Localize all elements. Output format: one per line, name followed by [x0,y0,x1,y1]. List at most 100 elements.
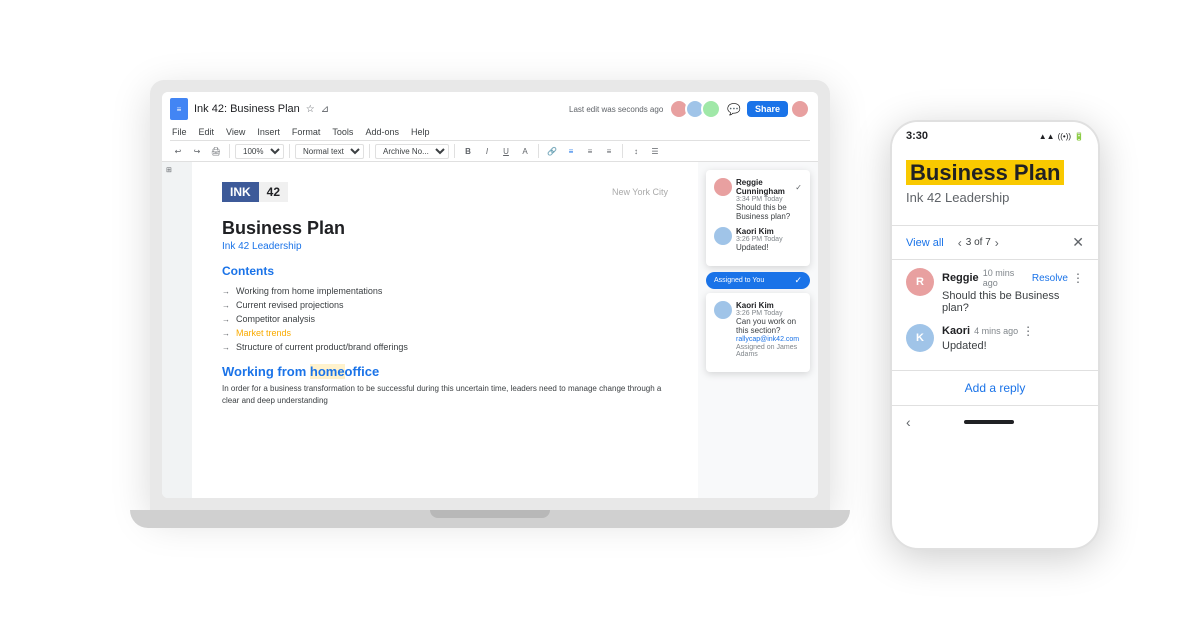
phone-view-all-bar: View all ‹ 3 of 7 › ✕ [892,225,1098,260]
comment-body-1: Reggie Cunningham ✓ 3:34 PM Today Should… [736,178,802,221]
toolbar-divider-2 [289,144,290,158]
total-pages: 7 [985,237,991,248]
phone-doc-preview: Business Plan Ink 42 Leadership [892,146,1098,225]
page-separator: of [974,237,985,248]
phone-comment-text-2: Updated! [942,340,1084,352]
section-heading-text: Working from [222,364,310,379]
menu-edit[interactable]: Edit [197,126,217,138]
phone-avatar-2-initials: K [916,332,924,344]
text-color-button[interactable]: A [517,143,533,159]
phone-add-reply-area: Add a reply [892,370,1098,405]
resolve-button[interactable]: Resolve [1032,273,1068,284]
align-left-button[interactable]: ≡ [563,143,579,159]
collaborators-avatars [669,99,721,119]
phone-avatar-1-initials: R [916,276,924,288]
menu-help[interactable]: Help [409,126,432,138]
phone-comment-body-1: Reggie 10 mins ago Resolve ⋮ Should this… [942,268,1084,314]
print-button[interactable]: 🖨 [208,143,224,159]
phone-comment-time-1: 10 mins ago [983,268,1028,288]
laptop-body: Ink 42: Business Plan ☆ ⊿ Last edit was … [150,80,830,510]
menu-view[interactable]: View [224,126,247,138]
comments-icon[interactable]: 💬 [727,103,741,116]
bullet-list-button[interactable]: ☰ [647,143,663,159]
redo-button[interactable]: ↪ [189,143,205,159]
docs-header: Ink 42: Business Plan ☆ ⊿ Last edit was … [162,92,818,162]
list-item-2: Current revised projections [222,298,668,312]
comment-author-3: Kaori Kim [736,301,774,310]
comment-author-2: Kaori Kim [736,227,774,236]
section-heading-highlight: home [310,364,345,379]
comment-item-3: Kaori Kim 3:26 PM Today Can you work on … [714,301,802,358]
comment-body-3: Kaori Kim 3:26 PM Today Can you work on … [736,301,802,358]
underline-button[interactable]: U [498,143,514,159]
contents-heading: Contents [222,264,668,278]
laptop-base [130,510,850,528]
phone-comment-avatar-2: K [906,324,934,352]
more-options-button-1[interactable]: ⋮ [1072,271,1084,285]
section-heading: Working from homeoffice [222,364,668,379]
next-page-button[interactable]: › [995,236,999,250]
comment-text-2: Updated! [736,243,783,252]
phone-subtitle-text: Ink 42 Leadership [906,190,1084,205]
star-icon: ☆ [306,104,315,115]
toolbar: ↩ ↪ 🖨 100% Normal text Archiv [170,140,810,161]
line-spacing-button[interactable]: ↕ [628,143,644,159]
align-right-button[interactable]: ≡ [601,143,617,159]
align-center-button[interactable]: ≡ [582,143,598,159]
drive-icon: ⊿ [321,104,329,115]
phone-comment-author-2: Kaori [942,325,970,337]
ink-logo-area: INK 42 New York City [222,182,668,202]
view-all-button[interactable]: View all [906,237,944,249]
section-heading-office: office [345,364,380,379]
laptop: Ink 42: Business Plan ☆ ⊿ Last edit was … [150,80,830,540]
doc-sidebar: ⊞ [162,162,192,498]
comment-text-3: Can you work on this section? [736,317,802,335]
docs-logo-icon [170,98,188,120]
phone-comment-header-2: Kaori 4 mins ago ⋮ [942,324,1084,338]
menu-tools[interactable]: Tools [330,126,355,138]
phone-comment-author-1: Reggie [942,272,979,284]
style-select[interactable]: Normal text [295,144,364,159]
comment-link[interactable]: rallycap@ink42.com [736,336,802,343]
scene: Ink 42: Business Plan ☆ ⊿ Last edit was … [0,0,1200,628]
comment-time-1: 3:34 PM Today [736,196,802,203]
assigned-on: Assigned on James Adams [736,344,802,358]
phone-comment-section: R Reggie 10 mins ago Resolve ⋮ Should th… [892,260,1098,370]
prev-page-button[interactable]: ‹ [958,236,962,250]
zoom-select[interactable]: 100% [235,144,284,159]
italic-button[interactable]: I [479,143,495,159]
comment-time-3: 3:26 PM Today [736,310,802,317]
menu-file[interactable]: File [170,126,189,138]
phone-home-indicator[interactable] [964,420,1014,424]
list-item-3: Competitor analysis [222,312,668,326]
phone-back-button[interactable]: ‹ [906,414,911,430]
comment-avatar-1 [714,178,732,196]
toolbar-divider-4 [454,144,455,158]
add-reply-button[interactable]: Add a reply [965,381,1026,395]
doc-location: New York City [612,187,668,197]
phone-status-bar: 3:30 ▲▲ ((•)) 🔋 [892,122,1098,146]
phone-doc-title-area: Business Plan Ink 42 Leadership [906,160,1084,205]
more-options-button-2[interactable]: ⋮ [1022,324,1034,338]
battery-icon: 🔋 [1074,132,1084,141]
toolbar-divider-5 [538,144,539,158]
menu-bar: File Edit View Insert Format Tools Add-o… [170,124,810,140]
menu-addons[interactable]: Add-ons [363,126,401,138]
phone-status-icons: ▲▲ ((•)) 🔋 [1039,132,1084,141]
comment-avatar-2 [714,227,732,245]
bold-button[interactable]: B [460,143,476,159]
ink-label: INK [222,182,259,202]
ink-number: 42 [259,182,288,202]
menu-format[interactable]: Format [290,126,323,138]
share-button[interactable]: Share [747,101,788,117]
font-select[interactable]: Archive No... [375,144,449,159]
link-button[interactable]: 🔗 [544,143,560,159]
undo-button[interactable]: ↩ [170,143,186,159]
toolbar-divider-6 [622,144,623,158]
phone-business-plan-title: Business Plan [906,160,1084,186]
toolbar-divider-1 [229,144,230,158]
ink-logo: INK 42 [222,182,288,202]
menu-insert[interactable]: Insert [255,126,282,138]
close-button[interactable]: ✕ [1072,234,1084,251]
phone: 3:30 ▲▲ ((•)) 🔋 Business Plan Ink 42 Lea… [890,120,1100,550]
